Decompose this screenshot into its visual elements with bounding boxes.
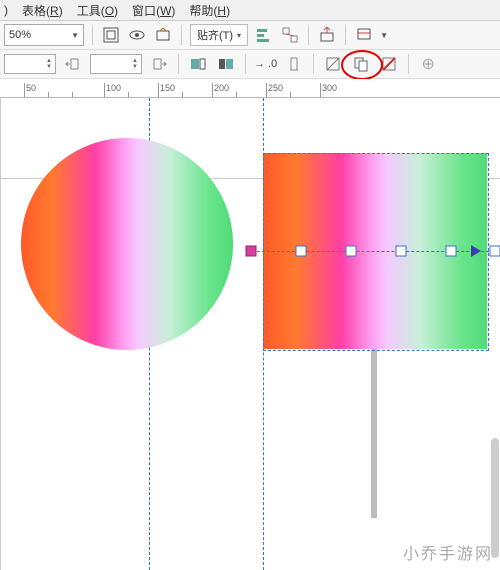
gradient-color-stop[interactable] [296,246,307,257]
toolbar-top: 50% ▼ 贴齐(T) ▾ ▼ [0,21,500,50]
wrap-contour-icon[interactable] [187,53,209,75]
gradient-color-stop[interactable] [346,246,357,257]
menu-bar: ) 表格(R) 工具(O) 窗口(W) 帮助(H) [0,0,500,21]
toolbar-property: ▲▼ ▲▼ → .0 ⊕ [0,50,500,79]
stick-shape[interactable] [371,348,377,518]
canvas[interactable]: 小乔手游网 [0,98,500,570]
align-distribute-icon[interactable] [280,25,300,45]
add-icon[interactable]: ⊕ [417,53,439,75]
nudge-right-icon[interactable] [148,53,170,75]
align-left-icon[interactable] [254,25,274,45]
zoom-combo[interactable]: 50% ▼ [4,24,84,46]
edit-fill-icon[interactable] [322,53,344,75]
ruler-label: 300 [322,83,337,93]
ruler-label: 50 [26,83,36,93]
wrap-square-icon[interactable] [215,53,237,75]
ruler-horizontal[interactable]: 50 100 150 200 250 300 [0,79,500,98]
separator [345,25,346,45]
menu-window[interactable]: 窗口(W) [132,2,175,19]
no-fill-icon[interactable] [378,53,400,75]
spinner-icon[interactable]: ▲▼ [46,58,52,70]
separator [313,54,314,74]
gradient-circle-shape[interactable] [21,138,233,350]
snap-label: 贴齐(T) [197,27,233,43]
preview-icon[interactable] [127,25,147,45]
menu-tools[interactable]: 工具(O) [77,2,118,19]
ruler-label: 250 [268,83,283,93]
gradient-color-stop[interactable] [446,246,457,257]
snap-dropdown[interactable]: 贴齐(T) ▾ [190,24,248,46]
separator [178,54,179,74]
nudge-left-icon[interactable] [62,53,84,75]
separator [181,25,182,45]
gradient-vector[interactable] [247,251,499,252]
size-field[interactable]: ▲▼ [90,54,142,74]
separator [408,54,409,74]
chevron-down-icon: ▼ [71,31,79,40]
ruler-label: 100 [106,83,121,93]
options-icon[interactable] [354,25,374,45]
gradient-end-arrow[interactable] [471,245,481,257]
ruler-label: 200 [214,83,229,93]
separator [308,25,309,45]
menu-help[interactable]: 帮助(H) [189,2,230,19]
zoom-value: 50% [9,29,31,41]
chevron-down-icon: ▾ [237,31,241,40]
publish-icon[interactable] [153,25,173,45]
copy-fill-properties-icon[interactable] [350,53,372,75]
menu-format[interactable]: 表格(R) [22,2,63,19]
spinner-icon[interactable]: ▲▼ [132,58,138,70]
gradient-start-handle[interactable] [246,246,257,257]
separator [245,54,246,74]
increase-icon[interactable] [283,53,305,75]
chevron-down-icon[interactable]: ▼ [380,31,388,40]
arrow-precision-label: → .0 [254,53,277,75]
full-screen-icon[interactable] [101,25,121,45]
menu-leading-char: ) [4,3,8,17]
ruler-label: 150 [160,83,175,93]
gradient-end-handle[interactable] [490,246,500,257]
position-field[interactable]: ▲▼ [4,54,56,74]
gradient-color-stop[interactable] [396,246,407,257]
launch-icon[interactable] [317,25,337,45]
separator [92,25,93,45]
watermark-text: 小乔手游网 [403,540,493,564]
